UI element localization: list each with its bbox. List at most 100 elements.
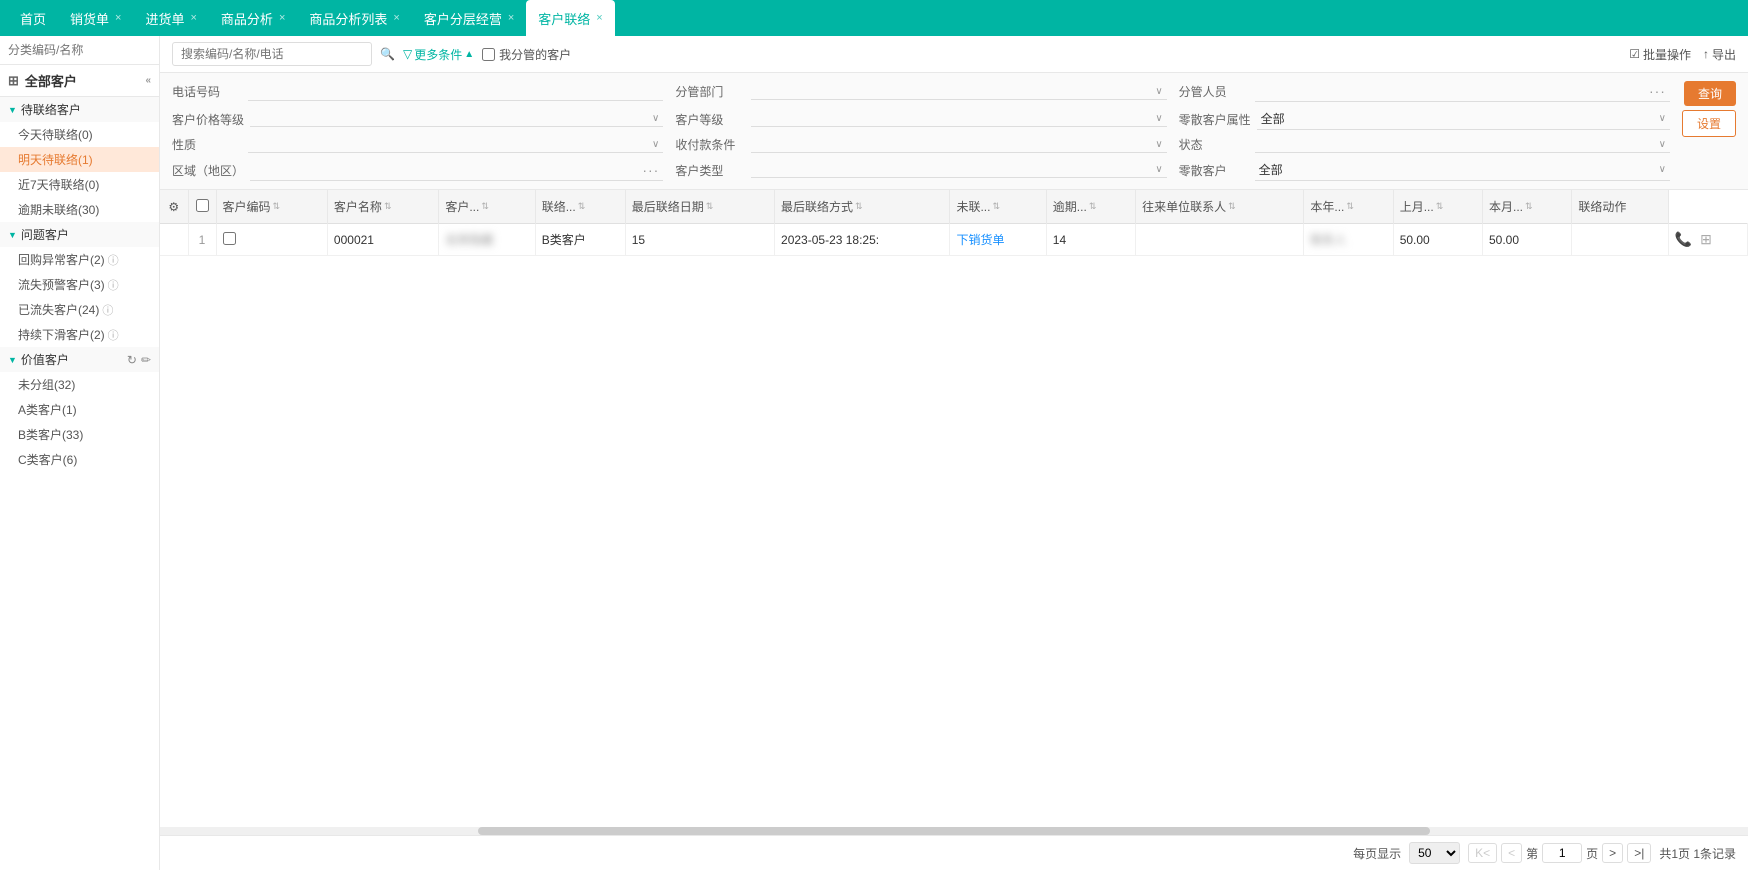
sort-icon-unlocked[interactable]: ⇅ <box>992 201 1000 212</box>
gear-icon[interactable]: ⚙ <box>168 200 179 214</box>
nav-analysis[interactable]: 商品分析 × <box>209 0 297 36</box>
nav-customer-contact[interactable]: 客户联络 × <box>526 0 614 36</box>
sort-icon-lastmonth[interactable]: ⇅ <box>1436 201 1444 212</box>
section-pending: ▼ 待联络客户 <box>0 97 159 122</box>
sort-icon-method[interactable]: ⇅ <box>855 201 863 212</box>
sidebar-item-overdue[interactable]: 逾期未联络(30) <box>0 197 159 222</box>
phone-input[interactable] <box>248 82 663 101</box>
nav-analysis-list[interactable]: 商品分析列表 × <box>297 0 411 36</box>
phone-label: 电话号码 <box>172 83 242 100</box>
sidebar-all-customers[interactable]: ⊞ 全部客户 « <box>0 65 159 97</box>
th-name: 客户名称 ⇅ <box>327 190 438 224</box>
sidebar-item-a-class[interactable]: A类客户(1) <box>0 397 159 422</box>
search-button[interactable]: 🔍 <box>380 47 395 61</box>
sidebar-search-input[interactable] <box>8 43 160 57</box>
nav-purchase[interactable]: 进货单 × <box>133 0 208 36</box>
sort-icon-person[interactable]: ⇅ <box>1228 201 1236 212</box>
sidebar-item-c-class[interactable]: C类客户(6) <box>0 447 159 472</box>
sort-icon-thismonth[interactable]: ⇅ <box>1525 201 1533 212</box>
sort-icon-type[interactable]: ⇅ <box>481 201 489 212</box>
dept-select[interactable]: ∨ <box>751 84 1166 100</box>
adv-field-payment: 收付款条件 ∨ <box>675 136 1166 153</box>
export-btn[interactable]: ↑ 导出 <box>1703 46 1736 63</box>
per-page-label: 每页显示 <box>1353 845 1401 862</box>
scroll-thumb[interactable] <box>478 827 1431 835</box>
status-label: 状态 <box>1179 136 1249 153</box>
retail-attr-select[interactable]: 全部 ∨ <box>1257 108 1670 130</box>
main-search-input[interactable] <box>172 42 372 66</box>
retail-select[interactable]: 全部 ∨ <box>1255 159 1670 181</box>
sidebar-item-churned[interactable]: 已流失客户(24) ⓘ <box>0 297 159 322</box>
first-page-btn[interactable]: K< <box>1468 843 1497 863</box>
sort-icon-overdue[interactable]: ⇅ <box>1089 201 1097 212</box>
prev-page-btn[interactable]: < <box>1501 843 1522 863</box>
sidebar-item-b-class[interactable]: B类客户(33) <box>0 422 159 447</box>
page-suffix: 页 <box>1586 845 1598 862</box>
close-purchase-icon[interactable]: × <box>190 12 196 24</box>
adv-field-customer-type: 客户类型 ∨ <box>675 162 1166 179</box>
info-icon-4: ⓘ <box>108 327 119 343</box>
nav-sales[interactable]: 销货单 × <box>58 0 133 36</box>
sort-icon-year[interactable]: ⇅ <box>1346 201 1354 212</box>
sidebar-item-tomorrow[interactable]: 明天待联络(1) <box>0 147 159 172</box>
my-customers-checkbox[interactable] <box>482 48 495 61</box>
sidebar-item-churn-warning[interactable]: 流失预警客户(3) ⓘ <box>0 272 159 297</box>
next-page-btn[interactable]: > <box>1602 843 1623 863</box>
nav-customer-tier[interactable]: 客户分层经营 × <box>412 0 526 36</box>
th-unlocked: 未联... ⇅ <box>950 190 1046 224</box>
region-select[interactable]: ··· <box>250 160 663 181</box>
my-customers-toggle[interactable]: 我分管的客户 <box>482 46 571 63</box>
collapse-icon[interactable]: « <box>145 75 151 86</box>
price-level-select[interactable]: ∨ <box>250 111 663 127</box>
th-actions: 联络动作 <box>1572 190 1668 224</box>
filter-icon: ▽ <box>403 47 412 61</box>
th-gear[interactable]: ⚙ <box>160 190 188 224</box>
sort-icon-name[interactable]: ⇅ <box>384 201 392 212</box>
th-checkbox <box>188 190 216 224</box>
close-analysis-icon[interactable]: × <box>279 12 285 24</box>
payment-select[interactable]: ∨ <box>751 137 1166 153</box>
phone-action-icon[interactable]: 📞 <box>1675 231 1692 248</box>
close-sales-icon[interactable]: × <box>115 12 121 24</box>
adv-field-price-level: 客户价格等级 ∨ <box>172 111 663 128</box>
last-page-btn[interactable]: >| <box>1627 843 1651 863</box>
sidebar-item-7days[interactable]: 近7天待联络(0) <box>0 172 159 197</box>
status-select[interactable]: ∨ <box>1255 137 1670 153</box>
per-page-select[interactable]: 50 100 200 <box>1409 842 1460 864</box>
nature-select[interactable]: ∨ <box>248 137 663 153</box>
page-input[interactable] <box>1542 843 1582 863</box>
sort-icon-code[interactable]: ⇅ <box>273 201 281 212</box>
edit-icon[interactable]: ✏ <box>141 353 151 367</box>
query-button[interactable]: 查询 <box>1684 81 1736 106</box>
qr-action-icon[interactable]: ⊞ <box>1700 231 1712 248</box>
nature-label: 性质 <box>172 136 242 153</box>
sort-icon-date[interactable]: ⇅ <box>706 201 714 212</box>
td-last-method: 下销货单 <box>950 224 1046 256</box>
sidebar-item-ungrouped[interactable]: 未分组(32) <box>0 372 159 397</box>
customer-type-select[interactable]: ∨ <box>751 162 1166 178</box>
table-row: 1 000021 名称隐藏 B类客户 <box>160 224 1748 256</box>
horizontal-scrollbar[interactable] <box>160 827 1748 835</box>
contact-method-link[interactable]: 下销货单 <box>956 233 1004 247</box>
bulk-action-btn[interactable]: ☑ 批量操作 <box>1629 46 1691 63</box>
row-checkbox[interactable] <box>223 232 236 245</box>
th-this-month: 本月... ⇅ <box>1483 190 1572 224</box>
sort-icon-count[interactable]: ⇅ <box>578 201 586 212</box>
close-contact-icon[interactable]: × <box>596 12 602 24</box>
td-row-actions: 📞 ⊞ <box>1668 224 1747 256</box>
sidebar-item-declining[interactable]: 持续下滑客户(2) ⓘ <box>0 322 159 347</box>
adv-row-1: 客户价格等级 ∨ 客户等级 ∨ 零散客户属性 <box>172 108 1670 130</box>
close-tier-icon[interactable]: × <box>508 12 514 24</box>
price-level-label: 客户价格等级 <box>172 111 244 128</box>
sidebar-item-today[interactable]: 今天待联络(0) <box>0 122 159 147</box>
customer-level-select[interactable]: ∨ <box>751 111 1166 127</box>
close-analysis-list-icon[interactable]: × <box>393 12 399 24</box>
more-conditions-btn[interactable]: ▽ 更多条件 ▲ <box>403 46 474 63</box>
nav-home[interactable]: 首页 <box>8 0 58 36</box>
settings-button[interactable]: 设置 <box>1682 110 1736 137</box>
sidebar-item-repurchase[interactable]: 回购异常客户(2) ⓘ <box>0 247 159 272</box>
select-all-checkbox[interactable] <box>196 199 209 212</box>
refresh-icon[interactable]: ↻ <box>127 353 137 367</box>
person-select[interactable]: ··· <box>1255 81 1670 102</box>
td-num: 1 <box>188 224 216 256</box>
